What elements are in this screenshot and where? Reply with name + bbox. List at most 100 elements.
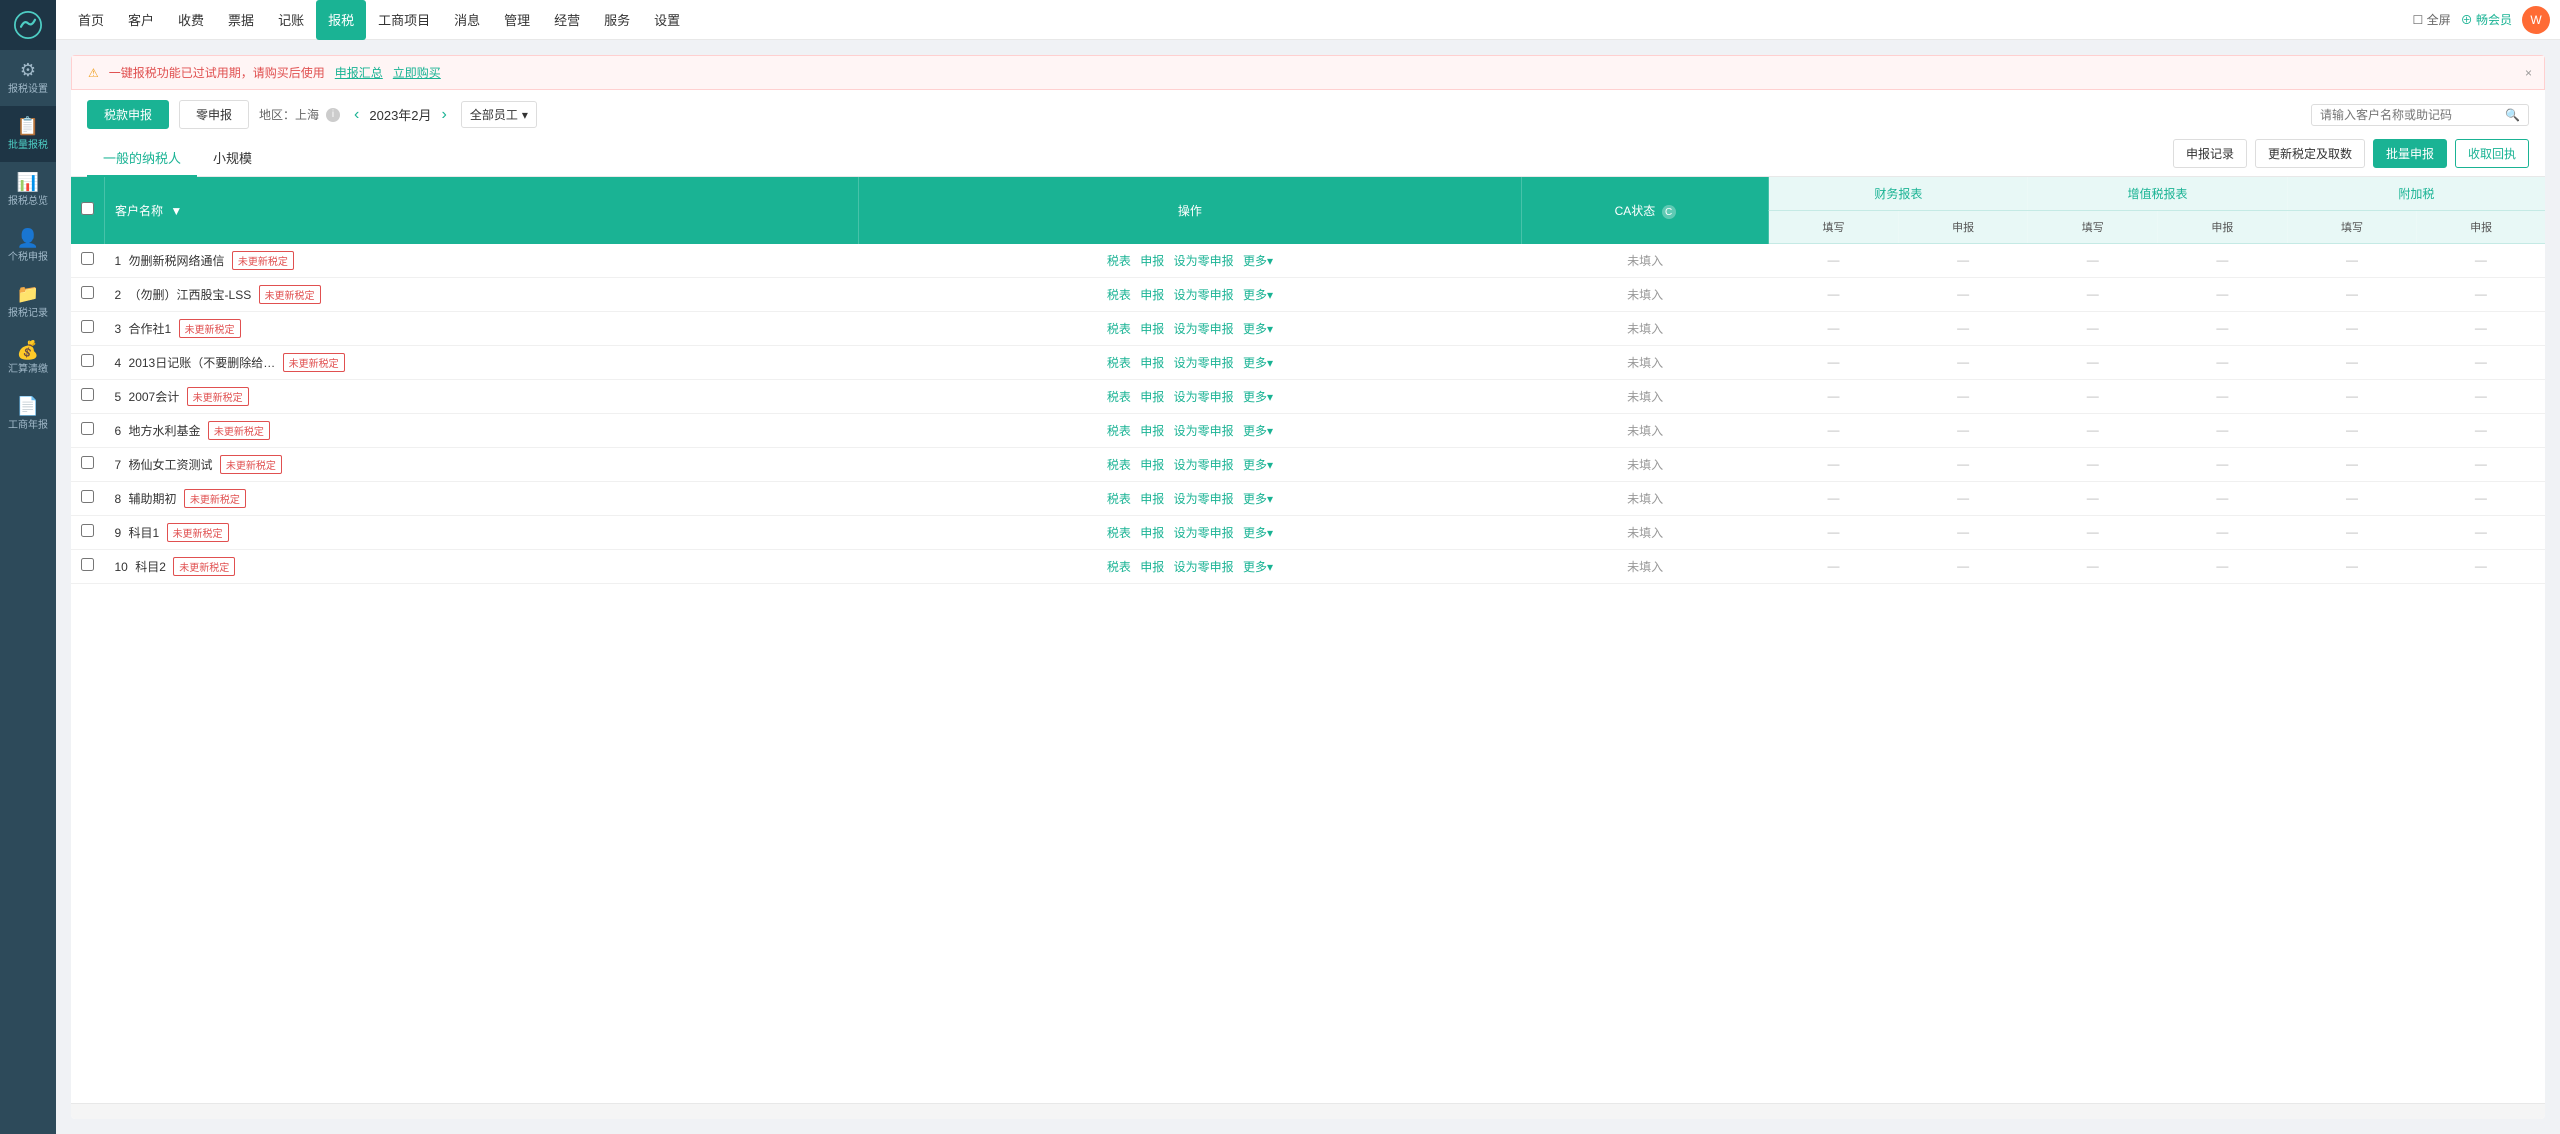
nav-service[interactable]: 服务: [592, 0, 642, 40]
op-declare-2[interactable]: 申报: [1140, 322, 1164, 336]
op-taxform-5[interactable]: 税表: [1107, 424, 1131, 438]
row-checkbox-0[interactable]: [81, 252, 94, 265]
nav-fee[interactable]: 收费: [166, 0, 216, 40]
nav-manage[interactable]: 管理: [492, 0, 542, 40]
op-taxform-8[interactable]: 税表: [1107, 526, 1131, 540]
op-declare-1[interactable]: 申报: [1140, 288, 1164, 302]
tab-zero-declare[interactable]: 零申报: [179, 100, 249, 129]
sort-icon[interactable]: ▼: [170, 204, 182, 218]
nav-settings[interactable]: 设置: [642, 0, 692, 40]
row-ops-3: 税表 申报 设为零申报 更多▾: [858, 345, 1521, 379]
op-declare-5[interactable]: 申报: [1140, 424, 1164, 438]
subtab-small[interactable]: 小规模: [197, 140, 268, 177]
table-row: 6 地方水利基金 未更新税定 税表 申报 设为零申报 更多▾ 未填入 —————…: [71, 413, 2545, 447]
op-declare-9[interactable]: 申报: [1140, 560, 1164, 574]
row-checkbox-2[interactable]: [81, 320, 94, 333]
sidebar-item-personal-tax[interactable]: 👤 个税申报: [0, 218, 56, 274]
row-checkbox-1[interactable]: [81, 286, 94, 299]
search-icon[interactable]: 🔍: [2505, 108, 2520, 122]
region-info-icon[interactable]: i: [326, 108, 340, 122]
op-more-6[interactable]: 更多▾: [1243, 458, 1273, 472]
row-ops-7: 税表 申报 设为零申报 更多▾: [858, 481, 1521, 515]
fullscreen-btn[interactable]: ☐ 全屏: [2413, 11, 2451, 28]
prev-month-btn[interactable]: ‹: [350, 106, 363, 124]
op-taxform-3[interactable]: 税表: [1107, 356, 1131, 370]
sidebar-item-batch-tax[interactable]: 📋 批量报税: [0, 106, 56, 162]
banner-link-summary[interactable]: 申报汇总: [335, 64, 383, 81]
avatar[interactable]: W: [2522, 6, 2550, 34]
op-declare-6[interactable]: 申报: [1140, 458, 1164, 472]
op-zero-0[interactable]: 设为零申报: [1174, 254, 1234, 268]
sidebar-item-tax-settings[interactable]: ⚙ 报税设置: [0, 50, 56, 106]
sidebar-item-tax-record[interactable]: 📁 报税记录: [0, 274, 56, 330]
nav-customer[interactable]: 客户: [116, 0, 166, 40]
op-more-8[interactable]: 更多▾: [1243, 526, 1273, 540]
subtab-general[interactable]: 一般的纳税人: [87, 140, 197, 177]
sidebar-item-annual-report[interactable]: 📄 工商年报: [0, 386, 56, 442]
op-declare-3[interactable]: 申报: [1140, 356, 1164, 370]
op-declare-7[interactable]: 申报: [1140, 492, 1164, 506]
op-taxform-0[interactable]: 税表: [1107, 254, 1131, 268]
sidebar-item-tax-overview[interactable]: 📊 报税总览: [0, 162, 56, 218]
op-taxform-2[interactable]: 税表: [1107, 322, 1131, 336]
op-more-0[interactable]: 更多▾: [1243, 254, 1273, 268]
op-zero-5[interactable]: 设为零申报: [1174, 424, 1234, 438]
staff-select[interactable]: 全部员工 ▾: [461, 101, 537, 128]
op-taxform-4[interactable]: 税表: [1107, 390, 1131, 404]
collect-receipt-btn[interactable]: 收取回执: [2455, 139, 2529, 168]
op-zero-8[interactable]: 设为零申报: [1174, 526, 1234, 540]
op-more-3[interactable]: 更多▾: [1243, 356, 1273, 370]
badge-8: 未更新税定: [167, 523, 229, 542]
row-checkbox-4[interactable]: [81, 388, 94, 401]
main-container: 首页 客户 收费 票据 记账 报税 工商项目 消息 管理 经营 服务 设置 ☐ …: [56, 0, 2560, 1134]
op-zero-3[interactable]: 设为零申报: [1174, 356, 1234, 370]
row-checkbox-3[interactable]: [81, 354, 94, 367]
tab-tax-declare[interactable]: 税款申报: [87, 100, 169, 129]
op-more-9[interactable]: 更多▾: [1243, 560, 1273, 574]
search-input[interactable]: [2320, 108, 2500, 122]
nav-business[interactable]: 工商项目: [366, 0, 442, 40]
sidebar-item-annual-settle[interactable]: 💰 汇算清缴: [0, 330, 56, 386]
op-zero-1[interactable]: 设为零申报: [1174, 288, 1234, 302]
op-more-2[interactable]: 更多▾: [1243, 322, 1273, 336]
op-zero-6[interactable]: 设为零申报: [1174, 458, 1234, 472]
nav-bill[interactable]: 票据: [216, 0, 266, 40]
nav-message[interactable]: 消息: [442, 0, 492, 40]
horizontal-scrollbar[interactable]: [71, 1103, 2545, 1119]
op-zero-4[interactable]: 设为零申报: [1174, 390, 1234, 404]
select-all-checkbox[interactable]: [81, 202, 94, 215]
op-more-7[interactable]: 更多▾: [1243, 492, 1273, 506]
op-declare-0[interactable]: 申报: [1140, 254, 1164, 268]
row-checkbox-5[interactable]: [81, 422, 94, 435]
nav-home[interactable]: 首页: [66, 0, 116, 40]
nav-tax[interactable]: 报税: [316, 0, 366, 40]
op-more-1[interactable]: 更多▾: [1243, 288, 1273, 302]
nav-operation[interactable]: 经营: [542, 0, 592, 40]
logo[interactable]: [0, 0, 56, 50]
op-declare-8[interactable]: 申报: [1140, 526, 1164, 540]
op-more-4[interactable]: 更多▾: [1243, 390, 1273, 404]
op-zero-9[interactable]: 设为零申报: [1174, 560, 1234, 574]
nav-bookkeeping[interactable]: 记账: [266, 0, 316, 40]
row-checkbox-7[interactable]: [81, 490, 94, 503]
op-taxform-7[interactable]: 税表: [1107, 492, 1131, 506]
banner-close[interactable]: ×: [2525, 66, 2532, 80]
declare-record-btn[interactable]: 申报记录: [2173, 139, 2247, 168]
op-zero-7[interactable]: 设为零申报: [1174, 492, 1234, 506]
row-checkbox-9[interactable]: [81, 558, 94, 571]
row-checkbox-6[interactable]: [81, 456, 94, 469]
op-taxform-6[interactable]: 税表: [1107, 458, 1131, 472]
row-checkbox-8[interactable]: [81, 524, 94, 537]
op-taxform-9[interactable]: 税表: [1107, 560, 1131, 574]
ca-info-icon[interactable]: C: [1662, 205, 1676, 219]
next-month-btn[interactable]: ›: [438, 106, 451, 124]
op-more-5[interactable]: 更多▾: [1243, 424, 1273, 438]
batch-declare-btn[interactable]: 批量申报: [2373, 139, 2447, 168]
op-declare-4[interactable]: 申报: [1140, 390, 1164, 404]
badge-6: 未更新税定: [220, 455, 282, 474]
op-taxform-1[interactable]: 税表: [1107, 288, 1131, 302]
update-tax-btn[interactable]: 更新税定及取数: [2255, 139, 2365, 168]
op-zero-2[interactable]: 设为零申报: [1174, 322, 1234, 336]
member-btn[interactable]: ⊕ 畅会员: [2461, 11, 2512, 28]
banner-link-buy[interactable]: 立即购买: [393, 64, 441, 81]
